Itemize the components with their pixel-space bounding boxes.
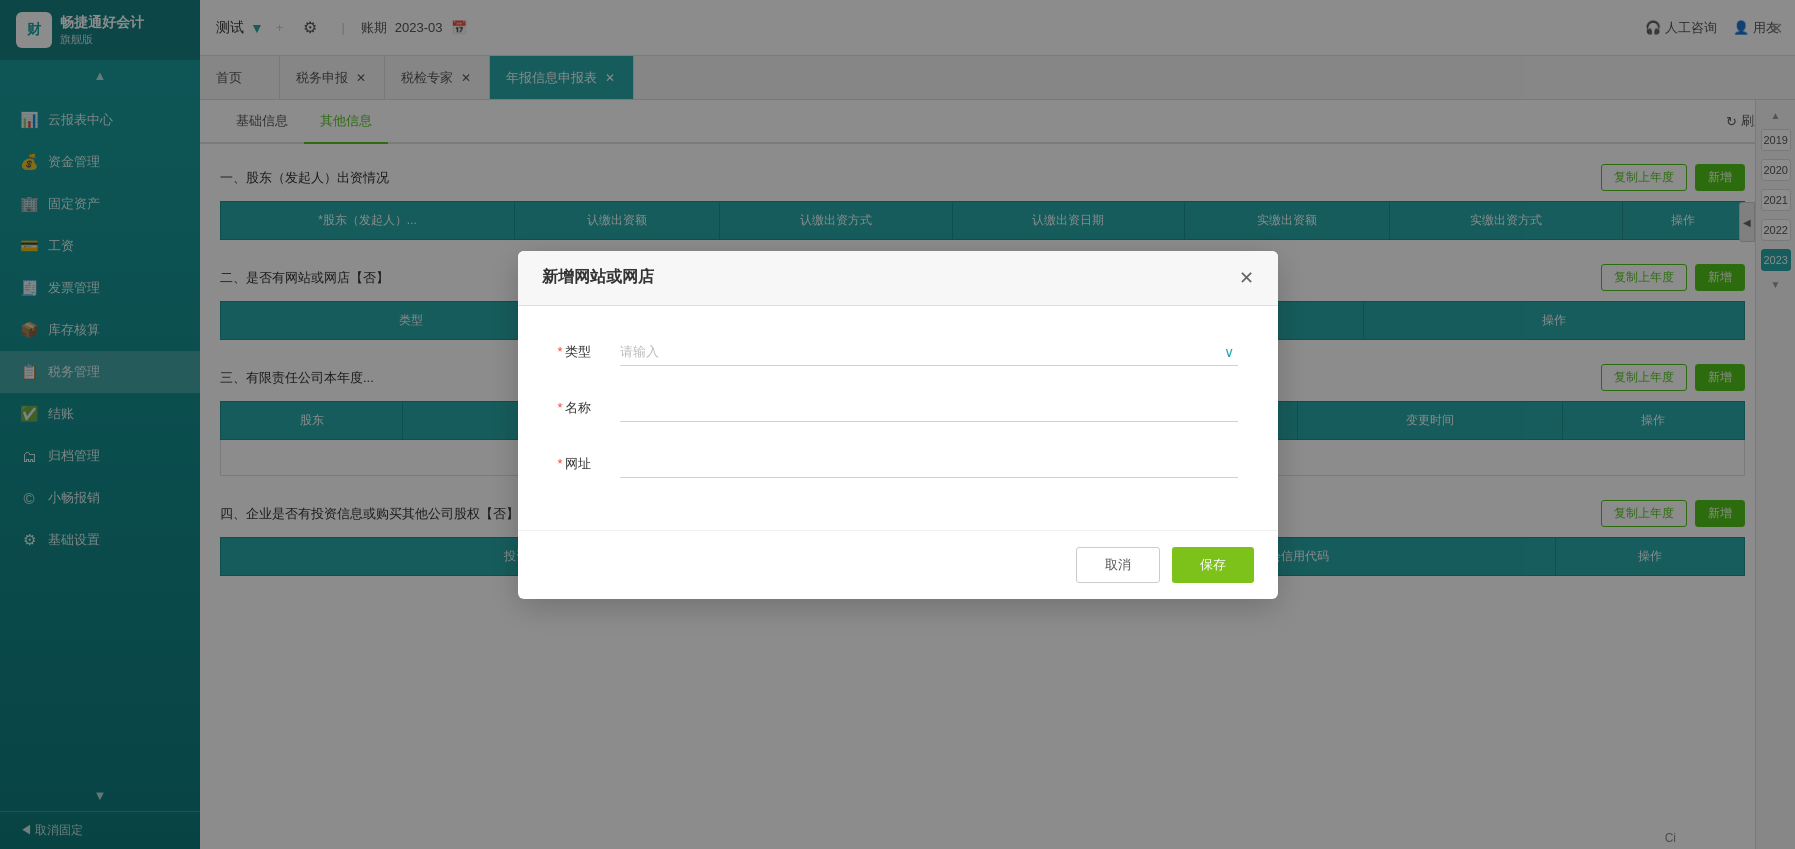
dialog-close-btn[interactable]: ✕ <box>1239 267 1254 289</box>
form-row-type: *类型 ∨ <box>558 338 1238 366</box>
dialog-overlay: 新增网站或网店 ✕ *类型 ∨ <box>0 0 1795 849</box>
cancel-button[interactable]: 取消 <box>1076 547 1160 583</box>
dialog-header: 新增网站或网店 ✕ <box>518 251 1278 306</box>
name-input-wrap <box>620 394 1238 422</box>
url-input-wrap <box>620 450 1238 478</box>
type-input-wrap: ∨ <box>620 338 1238 366</box>
form-row-url: *网址 <box>558 450 1238 478</box>
add-website-dialog: 新增网站或网店 ✕ *类型 ∨ <box>518 251 1278 599</box>
name-input[interactable] <box>620 394 1238 422</box>
name-label: *名称 <box>558 399 608 417</box>
save-button[interactable]: 保存 <box>1172 547 1254 583</box>
type-label: *类型 <box>558 343 608 361</box>
dialog-body: *类型 ∨ *名称 <box>518 306 1278 530</box>
form-row-name: *名称 <box>558 394 1238 422</box>
dialog-footer: 取消 保存 <box>518 530 1278 599</box>
url-input[interactable] <box>620 450 1238 478</box>
type-input[interactable] <box>620 338 1238 366</box>
dialog-title: 新增网站或网店 <box>542 267 654 288</box>
url-label: *网址 <box>558 455 608 473</box>
